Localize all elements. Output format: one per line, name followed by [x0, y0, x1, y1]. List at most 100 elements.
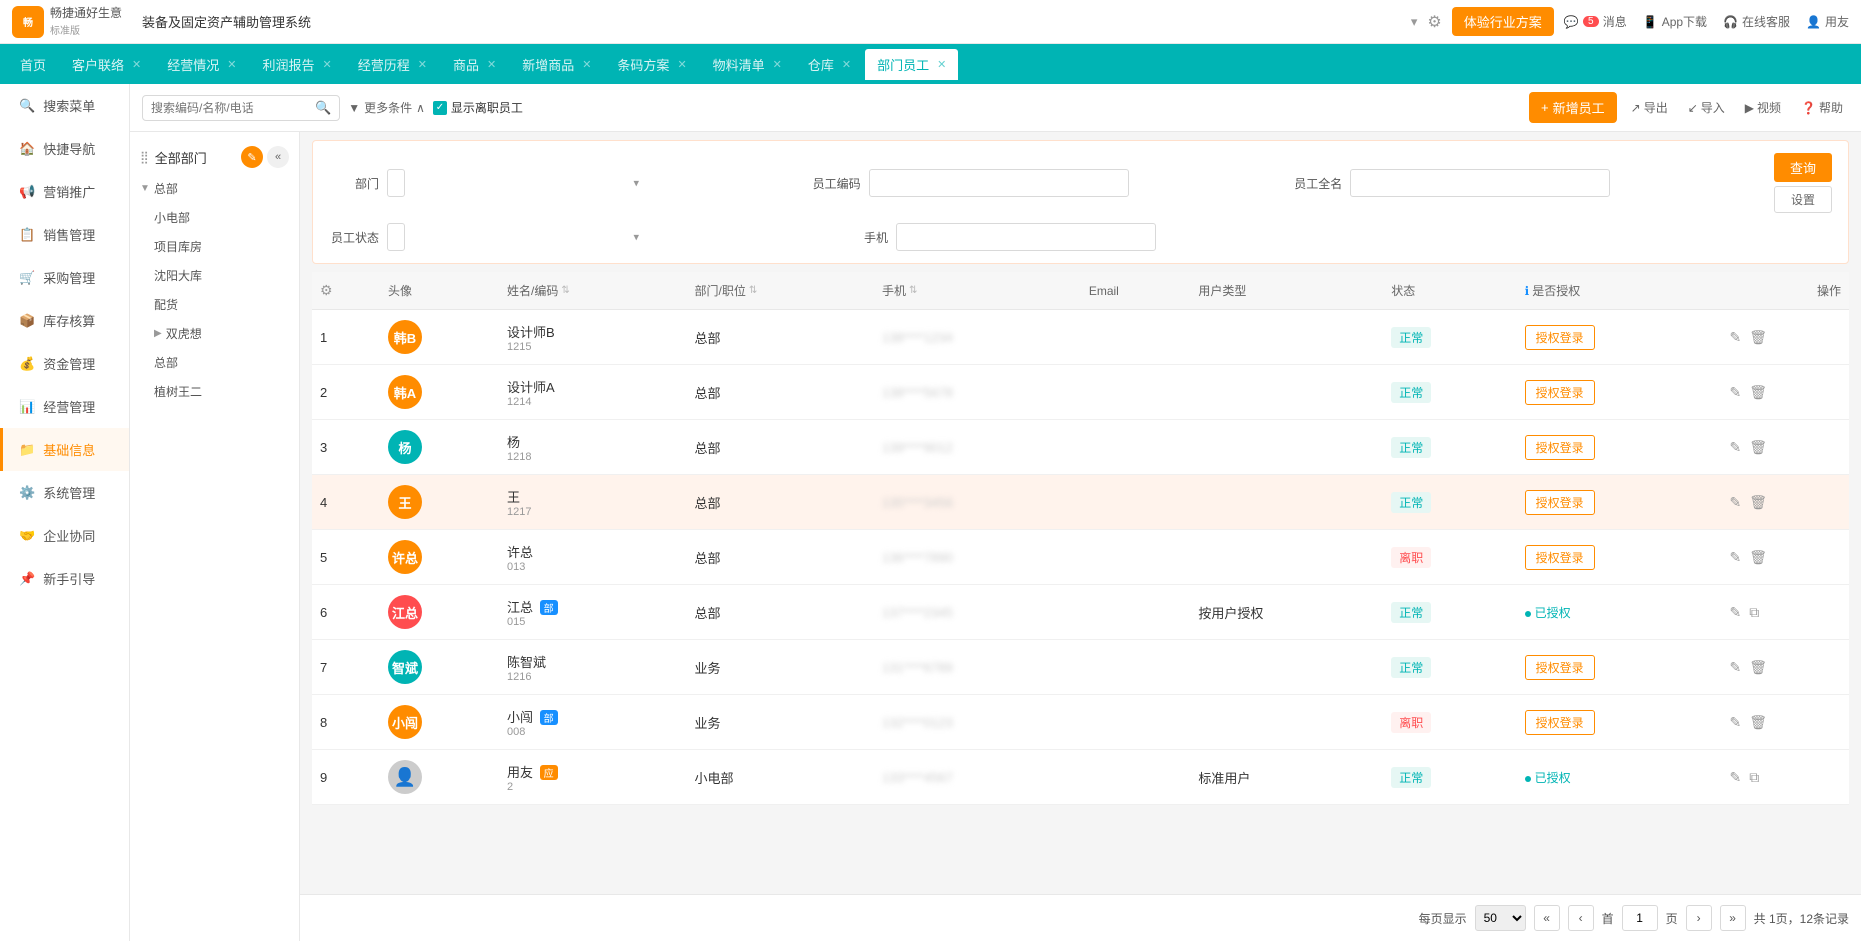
help-btn[interactable]: ❓ 帮助 [1795, 95, 1849, 120]
app-download-btn[interactable]: 📱 App下载 [1643, 13, 1707, 30]
close-icon[interactable]: ✕ [227, 58, 236, 71]
close-icon[interactable]: ✕ [132, 58, 141, 71]
dept-collapse-icon[interactable]: « [267, 146, 289, 168]
dept-item-zongbu[interactable]: 总部 [130, 348, 299, 377]
close-icon[interactable]: ✕ [487, 58, 496, 71]
dept-item-zhishu[interactable]: 植树王二 [130, 377, 299, 406]
dept-item-distribution[interactable]: 配货 [130, 290, 299, 319]
nav-inventory[interactable]: 📦 库存核算 [0, 299, 129, 342]
first-page-btn[interactable]: « [1534, 905, 1560, 931]
next-page-btn[interactable]: › [1686, 905, 1712, 931]
nav-finance[interactable]: 💰 资金管理 [0, 342, 129, 385]
delete-icon[interactable]: 🗑 [1749, 384, 1767, 401]
close-icon[interactable]: ✕ [418, 58, 427, 71]
tab-operation[interactable]: 经营情况 ✕ [155, 49, 248, 80]
view-btn[interactable]: ▶ 视频 [1739, 95, 1787, 120]
tab-new-goods[interactable]: 新增商品 ✕ [510, 49, 603, 80]
edit-icon[interactable]: ✎ [1729, 714, 1741, 731]
empname-input[interactable] [1350, 169, 1610, 197]
edit-icon[interactable]: ✎ [1729, 384, 1741, 401]
delete-icon[interactable]: 🗑 [1749, 659, 1767, 676]
delete-icon[interactable]: 🗑 [1749, 549, 1767, 566]
delete-icon[interactable]: 🗑 [1749, 439, 1767, 456]
prev-page-btn[interactable]: ‹ [1568, 905, 1594, 931]
dept-item-shuanghu[interactable]: ▶ 双虎想 [130, 319, 299, 348]
auth-btn[interactable]: 授权登录 [1525, 380, 1595, 405]
page-input[interactable] [1622, 905, 1658, 931]
message-btn[interactable]: 💬 5 消息 [1564, 13, 1627, 30]
nav-collab[interactable]: 🤝 企业协同 [0, 514, 129, 557]
tab-customer[interactable]: 客户联络 ✕ [60, 49, 153, 80]
query-btn[interactable]: 查询 [1774, 153, 1832, 182]
auth-btn[interactable]: 授权登录 [1525, 325, 1595, 350]
set-btn[interactable]: 设置 [1774, 186, 1832, 213]
dept-select[interactable] [387, 169, 405, 197]
tab-history[interactable]: 经营历程 ✕ [346, 49, 439, 80]
show-resign-checkbox[interactable]: ✓ [433, 101, 447, 115]
dropdown-arrow-icon[interactable]: ▾ [1411, 14, 1418, 30]
nav-marketing[interactable]: 📢 营销推广 [0, 170, 129, 213]
add-employee-btn[interactable]: + 新增员工 [1529, 92, 1617, 123]
settings-col-icon[interactable]: ⚙ [320, 282, 333, 298]
close-icon[interactable]: ✕ [323, 58, 332, 71]
auth-btn[interactable]: 授权登录 [1525, 490, 1595, 515]
import-btn[interactable]: ↙ 导入 [1682, 95, 1731, 120]
dept-edit-icon[interactable]: ✎ [241, 146, 263, 168]
edit-icon[interactable]: ✎ [1729, 659, 1741, 676]
service-btn[interactable]: 🎧 在线客服 [1723, 13, 1790, 30]
copy-icon[interactable]: ⧉ [1749, 769, 1759, 786]
tab-warehouse[interactable]: 仓库 ✕ [796, 49, 863, 80]
export-btn[interactable]: ↗ 导出 [1625, 95, 1674, 120]
empcode-input[interactable] [869, 169, 1129, 197]
delete-icon[interactable]: 🗑 [1749, 329, 1767, 346]
nav-management[interactable]: 📊 经营管理 [0, 385, 129, 428]
tab-bom[interactable]: 物料清单 ✕ [701, 49, 794, 80]
status-select[interactable] [387, 223, 405, 251]
th-name-sort[interactable]: 姓名/编码 ⇅ [507, 282, 678, 299]
dept-item-root[interactable]: ▼ 总部 [130, 174, 299, 203]
edit-icon[interactable]: ✎ [1729, 329, 1741, 346]
close-icon[interactable]: ✕ [773, 58, 782, 71]
try-btn[interactable]: 体验行业方案 [1452, 7, 1554, 36]
delete-icon[interactable]: 🗑 [1749, 714, 1767, 731]
search-input[interactable] [151, 101, 311, 115]
per-page-select[interactable]: 50 100 [1475, 905, 1526, 931]
delete-icon[interactable]: 🗑 [1749, 494, 1767, 511]
tab-home[interactable]: 首页 [8, 49, 58, 80]
nav-search-menu[interactable]: 🔍 搜索菜单 [0, 84, 129, 127]
nav-basic-info[interactable]: 📁 基础信息 [0, 428, 129, 471]
nav-quick-nav[interactable]: 🏠 快捷导航 [0, 127, 129, 170]
copy-icon[interactable]: ⧉ [1749, 604, 1759, 621]
last-page-btn[interactable]: » [1720, 905, 1746, 931]
tab-barcode[interactable]: 条码方案 ✕ [605, 49, 698, 80]
edit-icon[interactable]: ✎ [1729, 439, 1741, 456]
close-icon[interactable]: ✕ [842, 58, 851, 71]
nav-guide[interactable]: 📌 新手引导 [0, 557, 129, 600]
th-phone-sort[interactable]: 手机 ⇅ [882, 282, 1073, 299]
search-box[interactable]: 🔍 [142, 95, 340, 121]
edit-icon[interactable]: ✎ [1729, 549, 1741, 566]
tab-goods[interactable]: 商品 ✕ [441, 49, 508, 80]
dept-item-xiaodian[interactable]: 小电部 [130, 203, 299, 232]
more-filter-btn[interactable]: ▼ 更多条件 ∧ [348, 99, 425, 116]
edit-icon[interactable]: ✎ [1729, 604, 1741, 621]
close-icon[interactable]: ✕ [582, 58, 591, 71]
th-dept-sort[interactable]: 部门/职位 ⇅ [695, 282, 866, 299]
nav-system[interactable]: ⚙️ 系统管理 [0, 471, 129, 514]
nav-purchase[interactable]: 🛒 采购管理 [0, 256, 129, 299]
tab-employees[interactable]: 部门员工 ✕ [865, 49, 958, 80]
auth-btn[interactable]: 授权登录 [1525, 710, 1595, 735]
edit-icon[interactable]: ✎ [1729, 769, 1741, 786]
close-icon[interactable]: ✕ [677, 58, 686, 71]
auth-btn[interactable]: 授权登录 [1525, 435, 1595, 460]
tab-profit[interactable]: 利润报告 ✕ [250, 49, 343, 80]
phone-input[interactable] [896, 223, 1156, 251]
nav-sales[interactable]: 📋 销售管理 [0, 213, 129, 256]
auth-btn[interactable]: 授权登录 [1525, 545, 1595, 570]
dept-item-shenyang[interactable]: 沈阳大库 [130, 261, 299, 290]
user-btn[interactable]: 👤 用友 [1806, 13, 1849, 30]
auth-btn[interactable]: 授权登录 [1525, 655, 1595, 680]
edit-icon[interactable]: ✎ [1729, 494, 1741, 511]
close-icon[interactable]: ✕ [937, 58, 946, 71]
show-resign-toggle[interactable]: ✓ 显示离职员工 [433, 99, 523, 116]
